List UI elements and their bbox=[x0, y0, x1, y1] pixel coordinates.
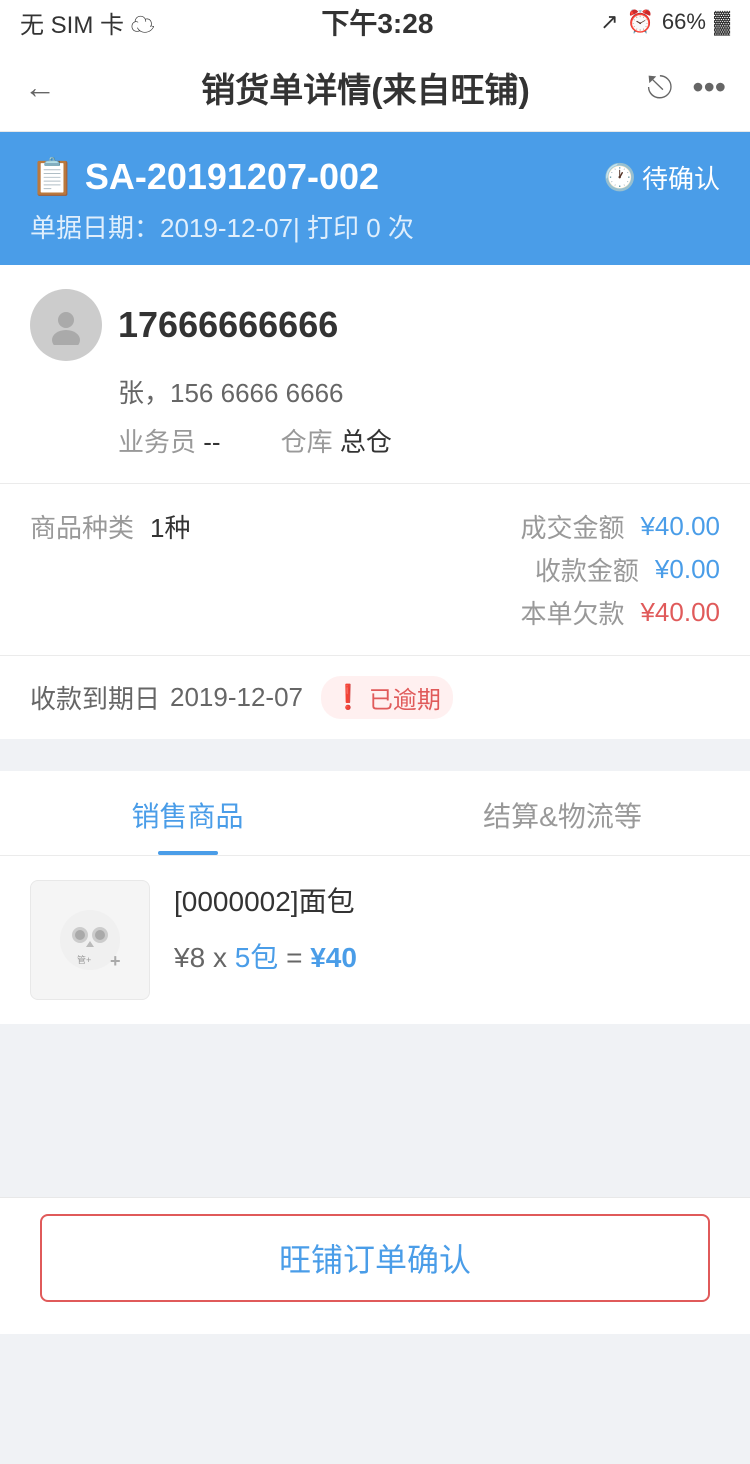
nav-right: ⎋ ••• bbox=[647, 69, 726, 107]
overdue-text: 已逾期 bbox=[369, 680, 441, 715]
battery-icon: ▓ bbox=[714, 9, 730, 35]
status-text: 待确认 bbox=[642, 159, 720, 196]
status-left: 无 SIM 卡 ☁ bbox=[20, 5, 155, 40]
product-price: ¥8 x 5包 = ¥40 bbox=[174, 936, 720, 976]
order-header: 📋 SA-20191207-002 🕐 待确认 单据日期：2019-12-07|… bbox=[0, 132, 750, 265]
equals-icon: = bbox=[286, 942, 302, 973]
due-label: 收款到期日 bbox=[30, 679, 160, 716]
warehouse-info: 仓库 总仓 bbox=[281, 422, 392, 459]
back-button[interactable]: ← bbox=[24, 69, 56, 106]
amount-row: 成交金额 ¥40.00 bbox=[520, 508, 720, 545]
customer-section: 17666666666 张，156 6666 6666 业务员 -- 仓库 总仓 bbox=[0, 265, 750, 483]
status-right: ↗ ⏰ 66% ▓ bbox=[600, 9, 730, 35]
overdue-icon: ❗ bbox=[333, 683, 363, 712]
location-icon: ↗ bbox=[600, 9, 618, 35]
section-divider bbox=[0, 755, 750, 771]
page-title: 销货单详情(来自旺铺) bbox=[84, 63, 647, 112]
tab-sales-goods[interactable]: 销售商品 bbox=[0, 771, 375, 855]
alarm-icon: ⏰ bbox=[627, 9, 654, 35]
order-date: 单据日期：2019-12-07| 打印 0 次 bbox=[30, 208, 720, 245]
order-status: 🕐 待确认 bbox=[604, 159, 720, 196]
sim-status: 无 SIM 卡 ☁ bbox=[20, 5, 155, 40]
svg-text:管+: 管+ bbox=[77, 954, 91, 965]
owed-row: 本单欠款 ¥40.00 bbox=[520, 594, 720, 631]
multiply-icon: x bbox=[213, 942, 227, 973]
product-item: + 管+ [0000002]面包 ¥8 x 5包 = ¥40 bbox=[0, 856, 750, 1024]
clock-icon: 🕐 bbox=[604, 162, 636, 193]
tabs-row: 销售商品 结算&物流等 bbox=[0, 771, 750, 856]
goods-type: 商品种类 1种 bbox=[30, 508, 520, 545]
status-bar: 无 SIM 卡 ☁ 下午3:28 ↗ ⏰ 66% ▓ bbox=[0, 0, 750, 44]
confirm-order-button[interactable]: 旺铺订单确认 bbox=[40, 1214, 710, 1302]
overdue-badge: ❗ 已逾期 bbox=[321, 676, 453, 719]
customer-detail: 张，156 6666 6666 bbox=[118, 373, 720, 410]
tabs-section: 销售商品 结算&物流等 + 管+ [0000002]面包 bbox=[0, 771, 750, 1024]
due-date-section: 收款到期日 2019-12-07 ❗ 已逾期 bbox=[0, 656, 750, 739]
order-id: 📋 SA-20191207-002 bbox=[30, 156, 379, 198]
product-info: [0000002]面包 ¥8 x 5包 = ¥40 bbox=[174, 880, 720, 976]
stats-section: 商品种类 1种 成交金额 ¥40.00 收款金额 ¥0.00 本单欠款 ¥40.… bbox=[0, 484, 750, 655]
avatar bbox=[30, 289, 102, 361]
amount-summary: 成交金额 ¥40.00 收款金额 ¥0.00 本单欠款 ¥40.00 bbox=[520, 508, 720, 631]
unit-price: ¥8 bbox=[174, 942, 205, 973]
customer-meta: 业务员 -- 仓库 总仓 bbox=[118, 422, 720, 459]
product-thumbnail: + 管+ bbox=[30, 880, 150, 1000]
bottom-bar: 旺铺订单确认 bbox=[0, 1197, 750, 1334]
customer-phone: 17666666666 bbox=[118, 304, 338, 346]
tab-settlement[interactable]: 结算&物流等 bbox=[375, 771, 750, 855]
more-button[interactable]: ••• bbox=[692, 69, 726, 106]
share-button[interactable]: ⎋ bbox=[647, 69, 672, 107]
svg-text:+: + bbox=[110, 951, 121, 971]
received-row: 收款金额 ¥0.00 bbox=[535, 551, 720, 588]
order-icon: 📋 bbox=[30, 156, 75, 198]
status-time: 下午3:28 bbox=[321, 2, 433, 42]
salesperson-info: 业务员 -- bbox=[118, 422, 221, 459]
nav-bar: ← 销货单详情(来自旺铺) ⎋ ••• bbox=[0, 44, 750, 132]
nav-left: ← bbox=[24, 69, 84, 106]
product-name: [0000002]面包 bbox=[174, 880, 720, 920]
due-date: 2019-12-07 bbox=[170, 682, 303, 713]
battery-level: 66% bbox=[662, 9, 706, 35]
